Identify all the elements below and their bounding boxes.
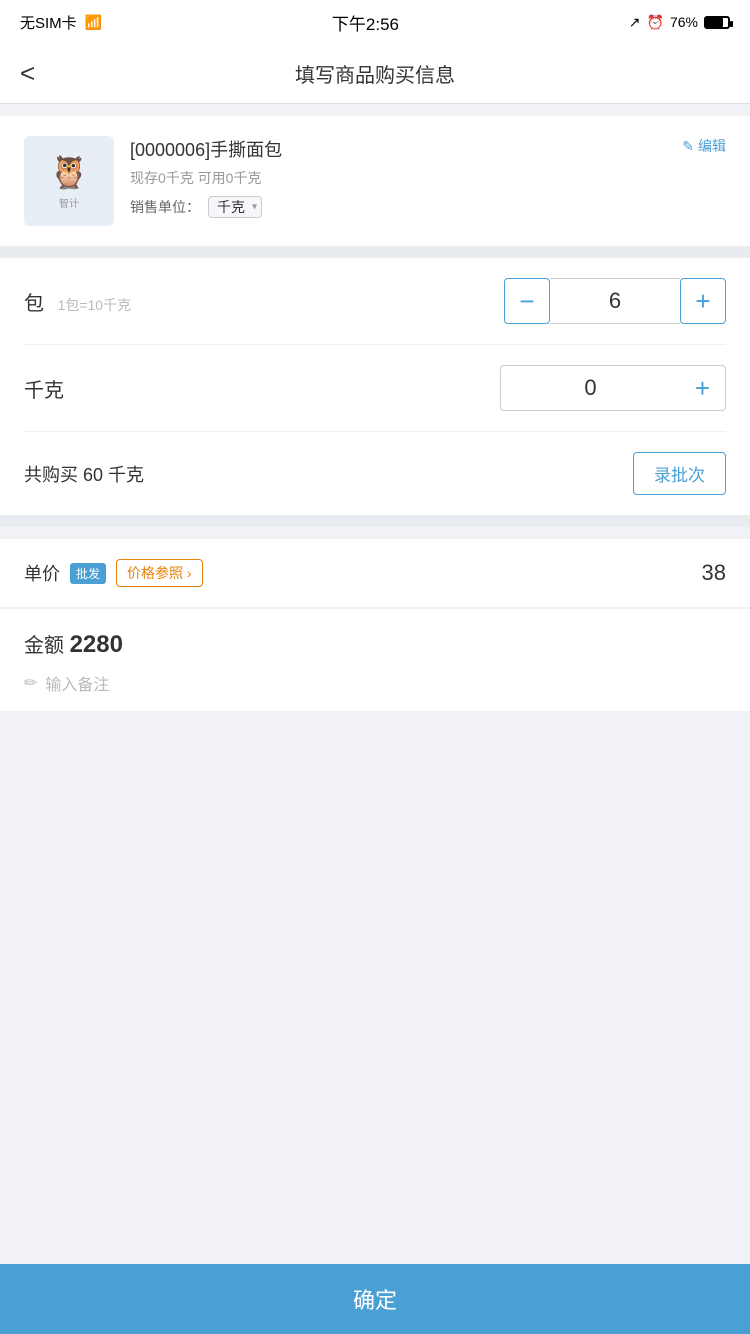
package-row: 包 1包=10千克 − + bbox=[24, 258, 726, 345]
batch-button[interactable]: 录批次 bbox=[633, 452, 726, 495]
price-left: 单价 批发 价格参照 › bbox=[24, 559, 203, 587]
edit-icon: ✎ bbox=[682, 138, 694, 155]
section-divider-1 bbox=[0, 246, 750, 258]
confirm-bar[interactable]: 确定 bbox=[0, 1264, 750, 1334]
status-time: 下午2:56 bbox=[332, 10, 399, 35]
status-bar: 无SIM卡 📶 下午2:56 ↗ ⏰ 76% bbox=[0, 0, 750, 44]
section-divider-2 bbox=[0, 515, 750, 527]
pencil-icon: ✏ bbox=[24, 673, 37, 693]
unit-label: 销售单位： bbox=[130, 197, 200, 217]
carrier-text: 无SIM卡 bbox=[20, 12, 77, 33]
package-qty-control: − + bbox=[504, 278, 726, 324]
price-badge: 批发 bbox=[70, 563, 106, 584]
product-stock: 现存0千克 可用0千克 bbox=[130, 168, 726, 188]
product-unit-row: 销售单位： 千克 bbox=[130, 196, 726, 218]
product-thumbnail: 🦉 智计 bbox=[24, 136, 114, 226]
location-icon: ↗ bbox=[629, 14, 641, 31]
battery-text: 76% bbox=[670, 14, 698, 30]
battery-icon bbox=[704, 16, 730, 29]
package-sublabel: 1包=10千克 bbox=[58, 297, 132, 313]
gray-background bbox=[0, 711, 750, 971]
unit-select[interactable]: 千克 bbox=[208, 196, 262, 218]
note-placeholder: 输入备注 bbox=[45, 671, 109, 695]
amount-value: 2280 bbox=[70, 631, 123, 658]
amount-row: 金额 2280 bbox=[24, 629, 726, 659]
amount-label: 金额 bbox=[24, 635, 64, 657]
package-plus-button[interactable]: + bbox=[680, 278, 726, 324]
price-row: 单价 批发 价格参照 › 38 bbox=[24, 559, 726, 587]
status-right: ↗ ⏰ 76% bbox=[629, 14, 730, 31]
product-info: [0000006]手撕面包 现存0千克 可用0千克 销售单位： 千克 bbox=[130, 136, 726, 218]
package-qty-input[interactable] bbox=[550, 278, 680, 324]
wifi-icon: 📶 bbox=[85, 14, 102, 31]
price-ref-button[interactable]: 价格参照 › bbox=[116, 559, 203, 587]
thumbnail-label: 智计 bbox=[59, 195, 79, 210]
nav-bar: < 填写商品购买信息 bbox=[0, 44, 750, 104]
edit-label: 编辑 bbox=[698, 136, 726, 156]
price-section: 单价 批发 价格参照 › 38 bbox=[0, 539, 750, 607]
kg-qty-control: + bbox=[500, 365, 726, 411]
price-value: 38 bbox=[702, 560, 726, 586]
package-minus-button[interactable]: − bbox=[504, 278, 550, 324]
package-label: 包 1包=10千克 bbox=[24, 287, 504, 316]
back-button[interactable]: < bbox=[20, 58, 35, 89]
kg-label: 千克 bbox=[24, 374, 500, 403]
summary-text: 共购买 60 千克 bbox=[24, 461, 144, 487]
kg-qty-input[interactable] bbox=[500, 365, 680, 411]
amount-section: 金额 2280 ✏ 输入备注 bbox=[0, 609, 750, 711]
owl-icon: 🦉 bbox=[49, 153, 89, 191]
price-label: 单价 bbox=[24, 560, 60, 586]
confirm-text: 确定 bbox=[353, 1283, 397, 1315]
summary-section: 共购买 60 千克 录批次 bbox=[0, 432, 750, 515]
kg-row: 千克 + bbox=[24, 345, 726, 432]
edit-link[interactable]: ✎ 编辑 bbox=[682, 136, 726, 156]
product-card: 🦉 智计 [0000006]手撕面包 现存0千克 可用0千克 销售单位： 千克 … bbox=[0, 116, 750, 246]
kg-plus-button[interactable]: + bbox=[680, 365, 726, 411]
page-title: 填写商品购买信息 bbox=[295, 59, 455, 88]
bottom-spacer bbox=[0, 971, 750, 1051]
qty-section: 包 1包=10千克 − + 千克 + bbox=[0, 258, 750, 432]
product-name: [0000006]手撕面包 bbox=[130, 136, 726, 162]
unit-select-wrapper[interactable]: 千克 bbox=[208, 196, 262, 218]
alarm-icon: ⏰ bbox=[647, 14, 664, 31]
status-left: 无SIM卡 📶 bbox=[20, 12, 102, 33]
note-row[interactable]: ✏ 输入备注 bbox=[24, 671, 726, 695]
